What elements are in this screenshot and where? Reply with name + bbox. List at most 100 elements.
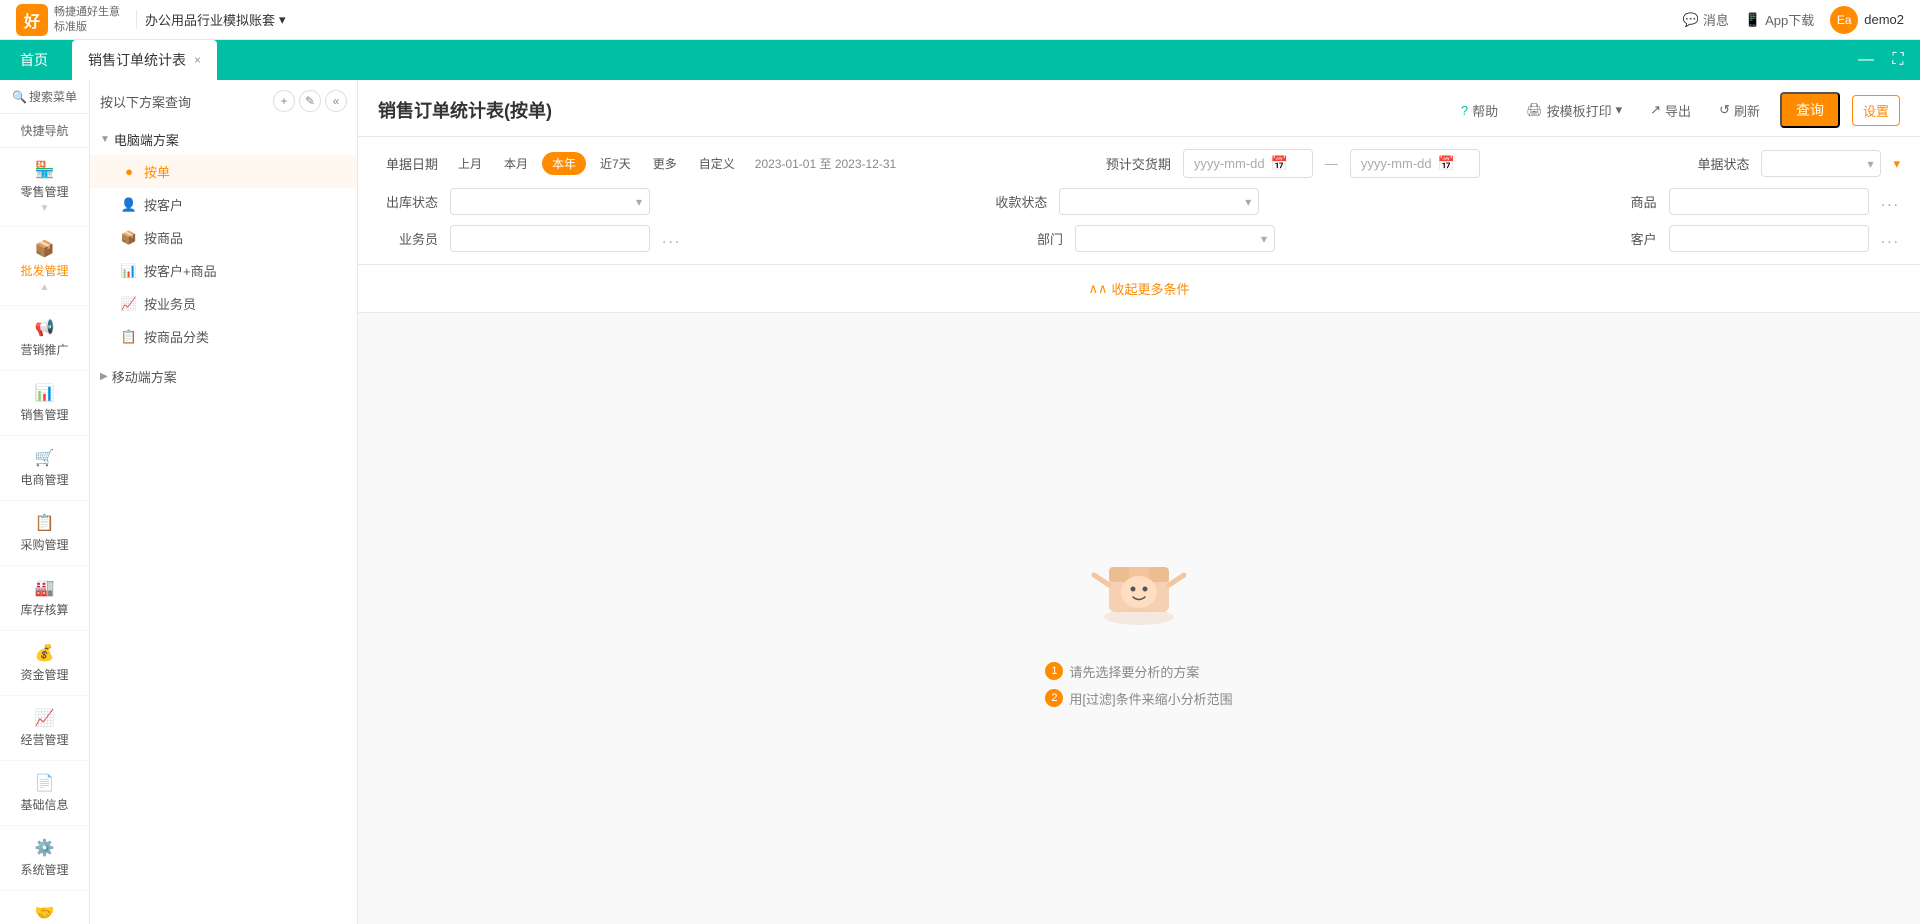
collapse-section: ∧∧ 收起更多条件 [358,265,1920,313]
sidebar-item-marketing[interactable]: 📢 营销推广 [0,306,89,371]
filter-row-2: 出库状态 收款状态 商品 [378,188,1900,215]
template-print-btn[interactable]: 🖨 按模板打印 ▾ [1518,97,1630,124]
order-status-select-wrap [1761,150,1881,177]
pc-group-header[interactable]: ▼ 电脑端方案 [90,124,357,155]
left-panel-header: 按以下方案查询 + ✎ « [90,90,357,120]
delivery-status-select[interactable] [450,188,650,215]
app-download-action[interactable]: 📱 App下载 [1745,10,1814,29]
by-product-icon: 📦 [120,229,138,247]
sidebar-item-purchase[interactable]: 📋 采购管理 [0,501,89,566]
salesperson-input[interactable] [450,225,650,252]
date-separator: — [1325,156,1338,171]
sidebar-item-inventory[interactable]: 🏭 库存核算 [0,566,89,631]
main-panel-header: 销售订单统计表(按单) ? 帮助 🖨 按模板打印 ▾ ↗ 导出 [358,80,1920,137]
sidebar-item-enterprise[interactable]: 🤝 企业协同 [0,891,89,924]
tab-home[interactable]: 首页 [0,40,68,80]
salesperson-more-btn[interactable]: ... [662,230,681,248]
print-icon: 🖨 [1526,102,1543,118]
tab-close-icon[interactable]: × [194,53,201,67]
help-btn[interactable]: ? 帮助 [1453,97,1506,124]
filter-row-1: 单据日期 上月 本月 本年 近7天 更多 自定义 2023-01-01 至 20… [378,149,1900,178]
receipt-status-label: 收款状态 [987,192,1047,211]
sidebar-item-finance[interactable]: 💰 资金管理 [0,631,89,696]
by-salesperson-icon: 📈 [120,295,138,313]
scheme-by-customer-product[interactable]: 📊 按客户+商品 [90,254,357,287]
date-buttons: 上月 本月 本年 近7天 更多 自定义 [450,151,743,176]
receipt-status-select-wrap [1059,188,1259,215]
add-scheme-btn[interactable]: + [273,90,295,112]
app-selector[interactable]: 办公用品行业模拟账套 ▾ [136,10,294,29]
main-panel: 销售订单统计表(按单) ? 帮助 🖨 按模板打印 ▾ ↗ 导出 [358,80,1920,924]
minimize-btn[interactable]: — [1854,48,1878,72]
sidebar-item-wholesale[interactable]: 📦 批发管理 ▲ [0,227,89,306]
dept-select[interactable] [1075,225,1275,252]
system-icon: ⚙️ [35,838,55,858]
customer-more-btn[interactable]: ... [1881,230,1900,248]
sidebar-item-ecommerce[interactable]: 🛒 电商管理 [0,436,89,501]
collapse-icon: ∧∧ [1088,281,1107,297]
by-customer-icon: 👤 [120,196,138,214]
logo-text: 畅捷通好生意 标准版 [54,5,120,34]
empty-tip-2: 2 用[过滤]条件来缩小分析范围 [1045,689,1232,708]
scheme-by-salesperson[interactable]: 📈 按业务员 [90,287,357,320]
delivery-status-select-wrap [450,188,650,215]
purchase-icon: 📋 [35,513,55,533]
user-area[interactable]: Ea demo2 [1830,6,1904,34]
product-label: 商品 [1597,192,1657,211]
expected-date-end[interactable]: yyyy-mm-dd 📅 [1350,149,1480,178]
sidebar-item-basic[interactable]: 📄 基础信息 [0,761,89,826]
pc-solution-group: ▼ 电脑端方案 ● 按单 👤 按客户 📦 按商品 📊 按客户+商品 [90,120,357,357]
expected-date-label: 预计交货期 [1106,154,1171,173]
product-more-btn[interactable]: ... [1881,193,1900,211]
expected-date-start[interactable]: yyyy-mm-dd 📅 [1183,149,1313,178]
mobile-group-header[interactable]: ▶ 移动端方案 [90,361,357,392]
product-input[interactable] [1669,188,1869,215]
search-btn[interactable]: 🔍 搜索菜单 [8,88,81,105]
finance-icon: 💰 [35,643,55,663]
by-order-icon: ● [120,163,138,181]
user-name: demo2 [1864,12,1904,27]
empty-tip-1: 1 请先选择要分析的方案 [1045,662,1232,681]
date-btn-thisyear[interactable]: 本年 [542,152,586,175]
scheme-by-order[interactable]: ● 按单 [90,155,357,188]
message-action[interactable]: 💬 消息 [1683,10,1729,29]
refresh-icon: ↺ [1719,102,1730,118]
sidebar-item-retail[interactable]: 🏪 零售管理 ▼ [0,148,89,227]
sidebar-item-system[interactable]: ⚙️ 系统管理 [0,826,89,891]
collapse-more-btn[interactable]: ∧∧ 收起更多条件 [358,271,1920,306]
expand-arrow: ▲ [40,282,50,293]
maximize-btn[interactable]: ⛶ [1886,48,1910,72]
date-btn-thismonth[interactable]: 本月 [496,151,536,176]
empty-state: 1 请先选择要分析的方案 2 用[过滤]条件来缩小分析范围 [358,313,1920,924]
settings-btn[interactable]: 设置 [1852,95,1900,126]
collapse-panel-btn[interactable]: « [325,90,347,112]
topbar-left: 好 畅捷通好生意 标准版 办公用品行业模拟账套 ▾ [16,4,294,36]
date-btn-lastmonth[interactable]: 上月 [450,151,490,176]
pc-group-expand-icon: ▼ [100,134,110,145]
scheme-by-customer[interactable]: 👤 按客户 [90,188,357,221]
delivery-status-label: 出库状态 [378,192,438,211]
sidebar-item-operation[interactable]: 📈 经营管理 [0,696,89,761]
sidebar-quicknav[interactable]: 快捷导航 [0,114,89,148]
receipt-status-select[interactable] [1059,188,1259,215]
date-btn-more[interactable]: 更多 [645,151,685,176]
tab-sales-stat[interactable]: 销售订单统计表 × [72,40,217,80]
scheme-by-category[interactable]: 📋 按商品分类 [90,320,357,353]
customer-input[interactable] [1669,225,1869,252]
mobile-group-expand-icon: ▶ [100,371,108,382]
sidebar-item-sales[interactable]: 📊 销售管理 [0,371,89,436]
scheme-by-product[interactable]: 📦 按商品 [90,221,357,254]
order-status-select[interactable] [1761,150,1881,177]
date-btn-custom[interactable]: 自定义 [691,151,743,176]
export-icon: ↗ [1650,102,1661,118]
date-btn-7days[interactable]: 近7天 [592,151,639,176]
edit-scheme-btn[interactable]: ✎ [299,90,321,112]
date-range-display: 2023-01-01 至 2023-12-31 [755,155,896,172]
export-btn[interactable]: ↗ 导出 [1642,97,1699,124]
logo-area: 好 畅捷通好生意 标准版 [16,4,120,36]
sidebar-search[interactable]: 🔍 搜索菜单 [0,80,89,114]
refresh-btn[interactable]: ↺ 刷新 [1711,97,1768,124]
query-btn[interactable]: 查询 [1780,92,1840,128]
left-panel: 按以下方案查询 + ✎ « ▼ 电脑端方案 ● 按单 👤 按客 [90,80,358,924]
order-status-more[interactable]: ▾ [1893,156,1900,172]
